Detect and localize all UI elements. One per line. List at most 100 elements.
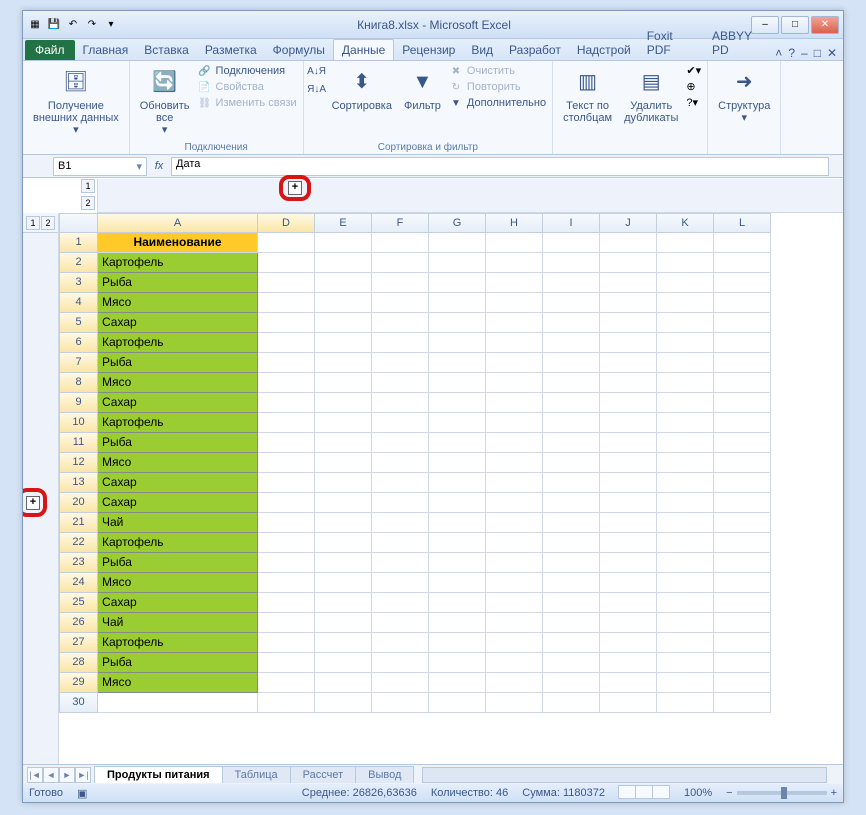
cell[interactable]: [315, 653, 372, 673]
cell[interactable]: [600, 493, 657, 513]
cell[interactable]: Сахар: [98, 473, 258, 493]
name-box-dropdown-icon[interactable]: ▾: [136, 160, 142, 173]
cell[interactable]: [600, 313, 657, 333]
sort-az-button[interactable]: А↓Я: [310, 64, 324, 78]
cell[interactable]: [657, 573, 714, 593]
cell[interactable]: [600, 553, 657, 573]
cell[interactable]: [714, 233, 771, 253]
cell[interactable]: [600, 333, 657, 353]
cell[interactable]: [657, 433, 714, 453]
cell[interactable]: [315, 693, 372, 713]
sheet-nav-next[interactable]: ►: [59, 767, 75, 783]
tab-view[interactable]: Вид: [463, 40, 501, 60]
cell[interactable]: [315, 533, 372, 553]
cell[interactable]: [486, 693, 543, 713]
row-header[interactable]: 20: [59, 493, 98, 513]
sheet-nav-first[interactable]: |◄: [27, 767, 43, 783]
cell[interactable]: [657, 493, 714, 513]
cell[interactable]: [486, 593, 543, 613]
tab-addins[interactable]: Надстрой: [569, 40, 639, 60]
cell[interactable]: [543, 693, 600, 713]
cell[interactable]: [486, 293, 543, 313]
cell[interactable]: Рыба: [98, 353, 258, 373]
cell[interactable]: [657, 253, 714, 273]
cell[interactable]: Мясо: [98, 293, 258, 313]
cell[interactable]: [600, 413, 657, 433]
cell[interactable]: [258, 613, 315, 633]
cell[interactable]: [258, 553, 315, 573]
cell[interactable]: [315, 513, 372, 533]
cell[interactable]: Мясо: [98, 373, 258, 393]
cell[interactable]: [429, 553, 486, 573]
row-header[interactable]: 23: [59, 553, 98, 573]
cell[interactable]: [600, 373, 657, 393]
cell[interactable]: [372, 513, 429, 533]
sheet-tab-products[interactable]: Продукты питания: [94, 766, 223, 783]
cell[interactable]: [600, 693, 657, 713]
cell[interactable]: [600, 273, 657, 293]
cell[interactable]: [258, 353, 315, 373]
cell[interactable]: [315, 333, 372, 353]
cell[interactable]: [315, 253, 372, 273]
cell[interactable]: [600, 393, 657, 413]
undo-icon[interactable]: ↶: [65, 17, 81, 33]
cell[interactable]: [429, 313, 486, 333]
cell[interactable]: [429, 593, 486, 613]
cell[interactable]: Сахар: [98, 593, 258, 613]
sheet-nav-prev[interactable]: ◄: [43, 767, 59, 783]
row-header[interactable]: 7: [59, 353, 98, 373]
cell[interactable]: [657, 373, 714, 393]
cell[interactable]: Сахар: [98, 493, 258, 513]
cell[interactable]: [600, 633, 657, 653]
cell[interactable]: [429, 473, 486, 493]
cell[interactable]: [600, 233, 657, 253]
cell[interactable]: [486, 233, 543, 253]
doc-close-icon[interactable]: ✕: [827, 46, 837, 60]
cell[interactable]: [429, 573, 486, 593]
col-header-J[interactable]: J: [600, 213, 657, 233]
cell[interactable]: [372, 453, 429, 473]
cell[interactable]: [429, 293, 486, 313]
spreadsheet-grid[interactable]: A D E F G H I J K L 1Наименование2Картоф…: [59, 213, 843, 764]
cell[interactable]: [543, 473, 600, 493]
cell[interactable]: [714, 353, 771, 373]
cell[interactable]: [315, 393, 372, 413]
cell[interactable]: [486, 573, 543, 593]
col-header-F[interactable]: F: [372, 213, 429, 233]
cell[interactable]: [600, 593, 657, 613]
cell[interactable]: [543, 613, 600, 633]
row-header[interactable]: 2: [59, 253, 98, 273]
row-header[interactable]: 10: [59, 413, 98, 433]
cell[interactable]: [429, 513, 486, 533]
row-header[interactable]: 24: [59, 573, 98, 593]
cell[interactable]: [486, 253, 543, 273]
cell[interactable]: [429, 413, 486, 433]
cell[interactable]: [486, 613, 543, 633]
cell[interactable]: [657, 233, 714, 253]
cell[interactable]: [372, 613, 429, 633]
cell[interactable]: Рыба: [98, 653, 258, 673]
cell[interactable]: [372, 413, 429, 433]
tab-layout[interactable]: Разметка: [197, 40, 265, 60]
sheet-tab-calc[interactable]: Рассчет: [290, 766, 357, 783]
cell[interactable]: [258, 673, 315, 693]
sheet-nav-last[interactable]: ►|: [75, 767, 91, 783]
cell[interactable]: [486, 433, 543, 453]
sheet-tab-table[interactable]: Таблица: [222, 766, 291, 783]
cell[interactable]: [429, 273, 486, 293]
cell[interactable]: Рыба: [98, 553, 258, 573]
cell[interactable]: [315, 473, 372, 493]
cell[interactable]: [543, 593, 600, 613]
cell[interactable]: [543, 433, 600, 453]
cell[interactable]: Картофель: [98, 633, 258, 653]
cell[interactable]: [372, 633, 429, 653]
cell[interactable]: [543, 273, 600, 293]
file-tab[interactable]: Файл: [25, 40, 75, 60]
filter-button[interactable]: ▼ Фильтр: [400, 64, 445, 114]
cell[interactable]: [714, 313, 771, 333]
cell[interactable]: [543, 633, 600, 653]
cell[interactable]: [657, 513, 714, 533]
cell[interactable]: [714, 573, 771, 593]
cell[interactable]: [315, 233, 372, 253]
cell[interactable]: [315, 373, 372, 393]
